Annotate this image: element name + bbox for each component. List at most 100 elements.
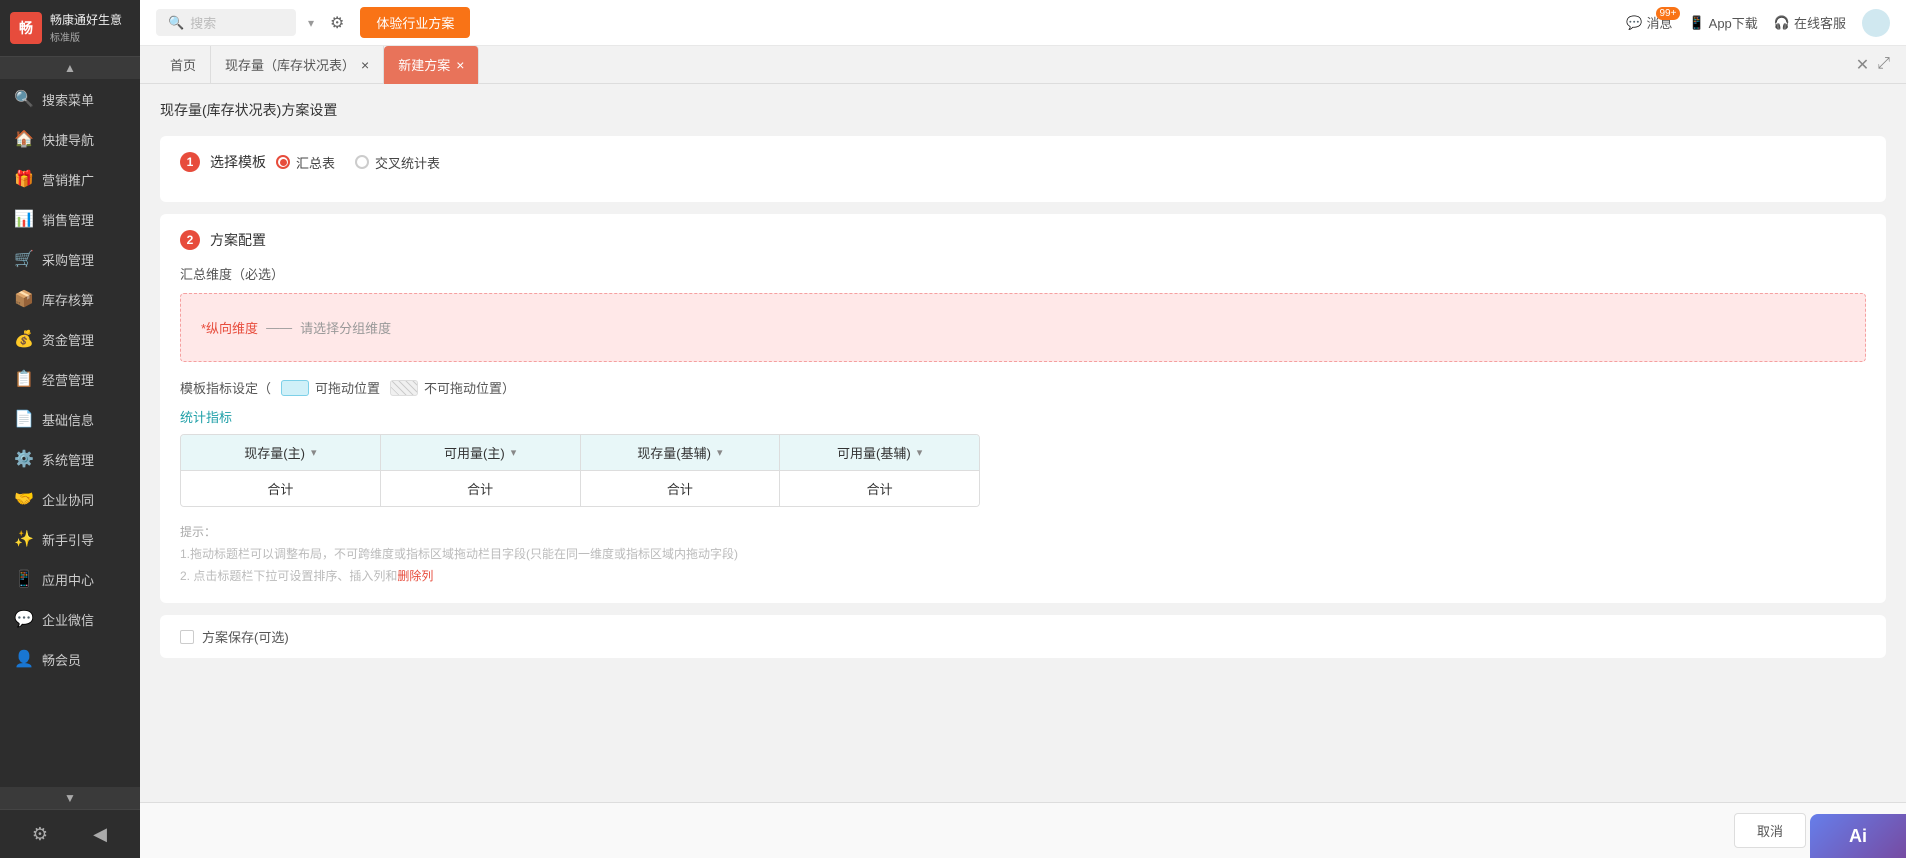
bottom-action-bar: 取消 查询 [140, 802, 1906, 858]
nodrag-label: 不可拖动位置） [424, 378, 515, 397]
col-chevron-2[interactable]: ▾ [717, 446, 723, 459]
col-sub-2: 合计 [667, 479, 693, 498]
purchase-icon: 🛒 [14, 249, 34, 269]
basic-info-label: 基础信息 [42, 410, 94, 429]
sidebar-item-operations[interactable]: 📋 经营管理 [0, 359, 140, 399]
radio-summary-circle [276, 155, 290, 169]
basic-info-icon: 📄 [14, 409, 34, 429]
sidebar-item-wechat[interactable]: 💬 企业微信 [0, 599, 140, 639]
sidebar-item-guide[interactable]: ✨ 新手引导 [0, 519, 140, 559]
sidebar-scroll-up[interactable]: ▲ [0, 57, 140, 79]
main-area: 🔍 搜索 ▾ ⚙ 体验行业方案 💬 消息 99+ 📱 App下载 🎧 在线客服 [140, 0, 1906, 858]
experience-button[interactable]: 体验行业方案 [360, 7, 470, 38]
topbar-chevron-icon[interactable]: ▾ [308, 16, 314, 30]
stats-col-body-0: 合计 [181, 471, 381, 506]
sidebar-item-sales[interactable]: 📊 销售管理 [0, 199, 140, 239]
sidebar-item-finance[interactable]: 💰 资金管理 [0, 319, 140, 359]
tab-home[interactable]: 首页 [156, 46, 211, 84]
step2-title: 方案配置 [210, 230, 266, 250]
customer-service-item[interactable]: 🎧 在线客服 [1774, 13, 1846, 32]
tips-section: 提示： 1.拖动标题栏可以调整布局，不可跨维度或指标区域拖动栏目字段(只能在同一… [180, 523, 1866, 587]
sidebar-item-system[interactable]: ⚙️ 系统管理 [0, 439, 140, 479]
tab-new-plan-label: 新建方案 [398, 55, 450, 74]
messages-badge: 99+ [1656, 7, 1681, 20]
dimension-box[interactable]: *纵向维度 —— 请选择分组维度 [180, 293, 1866, 362]
settings-bottom-icon[interactable]: ⚙ [26, 820, 54, 848]
sidebar-item-purchase[interactable]: 🛒 采购管理 [0, 239, 140, 279]
col-chevron-1[interactable]: ▾ [511, 446, 517, 459]
toggle-bottom-icon[interactable]: ◀ [86, 820, 114, 848]
col-sub-3: 合计 [867, 479, 893, 498]
sidebar-item-member[interactable]: 👤 畅会员 [0, 639, 140, 679]
app-download-item[interactable]: 📱 App下载 [1688, 13, 1757, 32]
headset-icon: 🎧 [1774, 15, 1790, 31]
draggable-legend-box [281, 380, 309, 396]
app-center-label: 应用中心 [42, 570, 94, 589]
stats-table: 现存量(主)▾可用量(主)▾现存量(基辅)▾可用量(基辅)▾ 合计合计合计合计 [180, 434, 980, 507]
tips-title: 提示： [180, 523, 1866, 540]
col-chevron-3[interactable]: ▾ [917, 446, 923, 459]
sidebar-item-search-menu[interactable]: 🔍 搜索菜单 [0, 79, 140, 119]
stats-col-header-0[interactable]: 现存量(主) ▾ [181, 435, 381, 470]
ai-fab-button[interactable]: Ai [1810, 814, 1906, 858]
system-icon: ⚙️ [14, 449, 34, 469]
sales-label: 销售管理 [42, 210, 94, 229]
col-label-0: 现存量(主) [244, 443, 305, 462]
stats-col-body-2: 合计 [581, 471, 781, 506]
search-icon: 🔍 [168, 15, 184, 31]
member-label: 畅会员 [42, 650, 81, 669]
stats-table-body: 合计 合计 合计 合计 [181, 470, 979, 506]
marketing-icon: 🎁 [14, 169, 34, 189]
message-icon: 💬 [1626, 15, 1642, 31]
radio-cross[interactable]: 交叉统计表 [355, 153, 440, 172]
sidebar-scroll-down[interactable]: ▼ [0, 787, 140, 809]
close-window-icon[interactable]: ✕ [1856, 55, 1869, 75]
tab-home-label: 首页 [170, 55, 196, 74]
dimension-placeholder: 请选择分组维度 [300, 318, 391, 337]
stats-col-header-1[interactable]: 可用量(主)▾ [381, 435, 581, 470]
sidebar-item-inventory[interactable]: 📦 库存核算 [0, 279, 140, 319]
topbar-gear-icon[interactable]: ⚙ [330, 13, 344, 33]
tab-inventory-status[interactable]: 现存量（库存状况表） × [211, 46, 384, 84]
ai-fab-label: Ai [1849, 826, 1867, 847]
sidebar-item-quick-nav[interactable]: 🏠 快捷导航 [0, 119, 140, 159]
search-text: 搜索 [190, 13, 216, 32]
stats-col-header-2[interactable]: 现存量(基辅) ▾ [581, 435, 781, 470]
draggable-label: 可拖动位置 [315, 378, 380, 397]
sidebar-item-app-center[interactable]: 📱 应用中心 [0, 559, 140, 599]
tab-new-plan-close-icon[interactable]: × [456, 58, 464, 72]
radio-summary-dot [280, 159, 287, 166]
indicator-setting-row: 模板指标设定（ 可拖动位置 不可拖动位置） [180, 378, 1866, 397]
sidebar-item-marketing[interactable]: 🎁 营销推广 [0, 159, 140, 199]
quick-nav-icon: 🏠 [14, 129, 34, 149]
logo-title: 畅康通好生意 [50, 12, 122, 29]
page-title: 现存量(库存状况表)方案设置 [160, 100, 1886, 120]
topbar-search[interactable]: 🔍 搜索 [156, 9, 296, 36]
stats-col-body-1: 合计 [381, 471, 581, 506]
col-chevron-0[interactable]: ▾ [311, 446, 317, 459]
col-sub-0: 合计 [267, 479, 293, 498]
save-plan-checkbox-row[interactable]: 方案保存(可选) [180, 627, 1866, 646]
wechat-label: 企业微信 [42, 610, 94, 629]
sidebar-item-basic-info[interactable]: 📄 基础信息 [0, 399, 140, 439]
expand-window-icon[interactable]: ⤢ [1877, 55, 1890, 75]
sales-icon: 📊 [14, 209, 34, 229]
app-icon: 📱 [1688, 15, 1704, 31]
stats-col-header-3[interactable]: 可用量(基辅)▾ [780, 435, 979, 470]
sidebar-item-enterprise[interactable]: 🤝 企业协同 [0, 479, 140, 519]
radio-summary[interactable]: 汇总表 [276, 153, 335, 172]
col-label-2: 现存量(基辅) [637, 443, 711, 462]
user-avatar[interactable] [1862, 9, 1890, 37]
cancel-button[interactable]: 取消 [1734, 813, 1806, 848]
save-plan-label: 方案保存(可选) [202, 627, 289, 646]
tab-new-plan[interactable]: 新建方案 × [384, 46, 479, 84]
tab-inventory-close-icon[interactable]: × [361, 58, 369, 72]
radio-summary-label: 汇总表 [296, 153, 335, 172]
save-plan-checkbox[interactable] [180, 630, 194, 644]
summary-dimension-label: 汇总维度（必选） [180, 264, 1866, 283]
required-mark: *纵向维度 [201, 318, 258, 337]
draggable-legend: 可拖动位置 [281, 378, 380, 397]
messages-item[interactable]: 💬 消息 99+ [1626, 13, 1672, 32]
tabbar: 首页 现存量（库存状况表） × 新建方案 × ✕ ⤢ [140, 46, 1906, 84]
system-label: 系统管理 [42, 450, 94, 469]
